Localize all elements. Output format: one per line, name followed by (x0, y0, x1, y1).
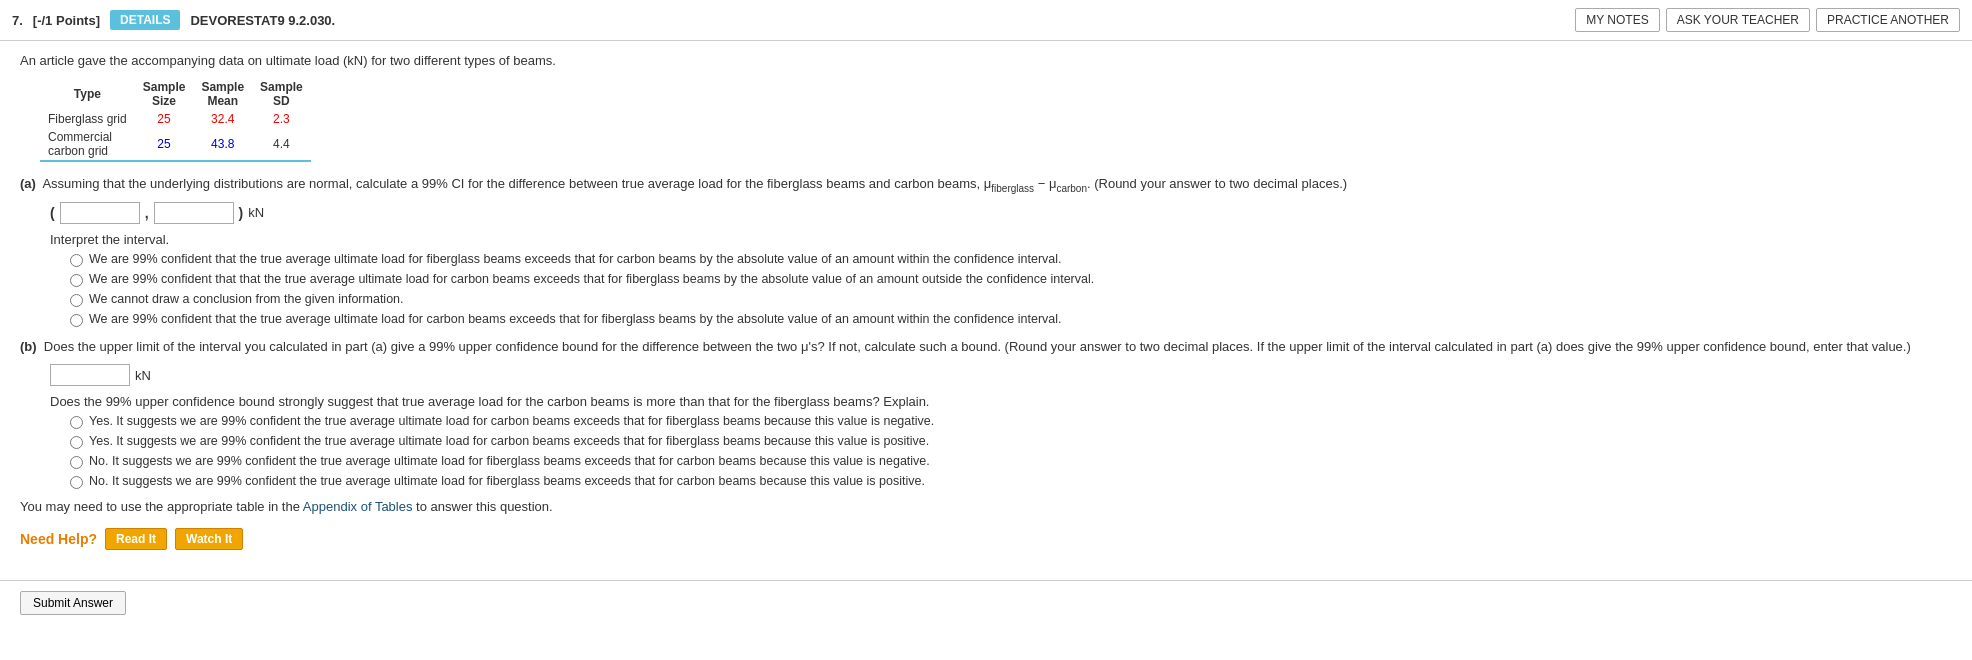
radio-option-1[interactable]: We are 99% confident that the true avera… (70, 252, 1952, 267)
intro-text: An article gave the accompanying data on… (20, 53, 1952, 68)
question-number: 7. (12, 13, 23, 28)
appendix-text: You may need to use the appropriate tabl… (20, 499, 1952, 514)
radio-b-label-1: Yes. It suggests we are 99% confident th… (89, 414, 934, 428)
radio-label-3: We cannot draw a conclusion from the giv… (89, 292, 404, 306)
need-help-label: Need Help? (20, 531, 97, 547)
cell-sd-2: 4.4 (252, 128, 311, 161)
part-a-label: (a) (20, 176, 36, 191)
part-a-unit: kN (248, 205, 264, 220)
radio-b-label-4: No. It suggests we are 99% confident the… (89, 474, 925, 488)
radio-option-4[interactable]: We are 99% confident that the true avera… (70, 312, 1952, 327)
cell-mean-2: 43.8 (193, 128, 252, 161)
footer: Submit Answer (0, 580, 1972, 625)
submit-button[interactable]: Submit Answer (20, 591, 126, 615)
cell-type-1: Fiberglass grid (40, 110, 135, 128)
radio-label-2: We are 99% confident that that the true … (89, 272, 1094, 286)
part-a-section: (a) Assuming that the underlying distrib… (20, 176, 1952, 327)
radio-label-1: We are 99% confident that the true avera… (89, 252, 1062, 266)
radio-b-label-3: No. It suggests we are 99% confident the… (89, 454, 930, 468)
my-notes-button[interactable]: MY NOTES (1575, 8, 1659, 32)
radio-b-option-1[interactable]: Yes. It suggests we are 99% confident th… (70, 414, 1952, 429)
part-a-input-upper[interactable] (154, 202, 234, 224)
col-mean: SampleMean (193, 78, 252, 110)
col-type: Type (40, 78, 135, 110)
part-b-unit: kN (135, 368, 151, 383)
radio-b-input-4[interactable] (70, 476, 83, 489)
part-b-inputs: kN (50, 364, 1952, 386)
radio-input-1[interactable] (70, 254, 83, 267)
data-table: Type SampleSize SampleMean SampleSD Fibe… (40, 78, 311, 162)
cell-mean-1: 32.4 (193, 110, 252, 128)
col-size: SampleSize (135, 78, 194, 110)
radio-input-4[interactable] (70, 314, 83, 327)
appendix-post: to answer this question. (416, 499, 553, 514)
read-it-button[interactable]: Read It (105, 528, 167, 550)
part-b-input[interactable] (50, 364, 130, 386)
part-a-input-lower[interactable] (60, 202, 140, 224)
open-paren: ( (50, 205, 55, 221)
radio-input-2[interactable] (70, 274, 83, 287)
cell-type-2: Commercialcarbon grid (40, 128, 135, 161)
main-content: An article gave the accompanying data on… (0, 41, 1972, 570)
need-help-section: Need Help? Read It Watch It (20, 528, 1952, 550)
radio-option-3[interactable]: We cannot draw a conclusion from the giv… (70, 292, 1952, 307)
part-a-radio-group: We are 99% confident that the true avera… (70, 252, 1952, 327)
part-a-inputs: ( , ) kN (50, 202, 1952, 224)
radio-b-label-2: Yes. It suggests we are 99% confident th… (89, 434, 929, 448)
radio-label-4: We are 99% confident that the true avera… (89, 312, 1062, 326)
radio-b-input-3[interactable] (70, 456, 83, 469)
appendix-link[interactable]: Appendix of Tables (303, 499, 413, 514)
col-sd: SampleSD (252, 78, 311, 110)
radio-b-option-4[interactable]: No. It suggests we are 99% confident the… (70, 474, 1952, 489)
appendix-pre: You may need to use the appropriate tabl… (20, 499, 303, 514)
table-row: Commercialcarbon grid 25 43.8 4.4 (40, 128, 311, 161)
page-header: 7. [-/1 Points] DETAILS DEVORESTAT9 9.2.… (0, 0, 1972, 41)
source-label: DEVORESTAT9 9.2.030. (190, 13, 335, 28)
radio-b-option-3[interactable]: No. It suggests we are 99% confident the… (70, 454, 1952, 469)
part-b-section: (b) Does the upper limit of the interval… (20, 337, 1952, 490)
part-b-text: Does the upper limit of the interval you… (40, 339, 1911, 354)
radio-option-2[interactable]: We are 99% confident that that the true … (70, 272, 1952, 287)
part-a-text: Assuming that the underlying distributio… (40, 176, 1348, 191)
practice-another-button[interactable]: PRACTICE ANOTHER (1816, 8, 1960, 32)
cell-size-2: 25 (135, 128, 194, 161)
radio-b-input-1[interactable] (70, 416, 83, 429)
part-b-label: (b) (20, 339, 37, 354)
cell-size-1: 25 (135, 110, 194, 128)
header-actions: MY NOTES ASK YOUR TEACHER PRACTICE ANOTH… (1575, 8, 1960, 32)
comma-separator: , (145, 205, 149, 221)
details-button[interactable]: DETAILS (110, 10, 180, 30)
radio-b-input-2[interactable] (70, 436, 83, 449)
interpret-label: Interpret the interval. (50, 232, 1952, 247)
radio-input-3[interactable] (70, 294, 83, 307)
watch-it-button[interactable]: Watch It (175, 528, 243, 550)
points-display: [-/1 Points] (33, 13, 100, 28)
ask-teacher-button[interactable]: ASK YOUR TEACHER (1666, 8, 1810, 32)
cell-sd-1: 2.3 (252, 110, 311, 128)
part-b-radio-group: Yes. It suggests we are 99% confident th… (70, 414, 1952, 489)
close-paren: ) (239, 205, 244, 221)
part-b-sub-text: Does the 99% upper confidence bound stro… (50, 394, 1952, 409)
table-row: Fiberglass grid 25 32.4 2.3 (40, 110, 311, 128)
radio-b-option-2[interactable]: Yes. It suggests we are 99% confident th… (70, 434, 1952, 449)
